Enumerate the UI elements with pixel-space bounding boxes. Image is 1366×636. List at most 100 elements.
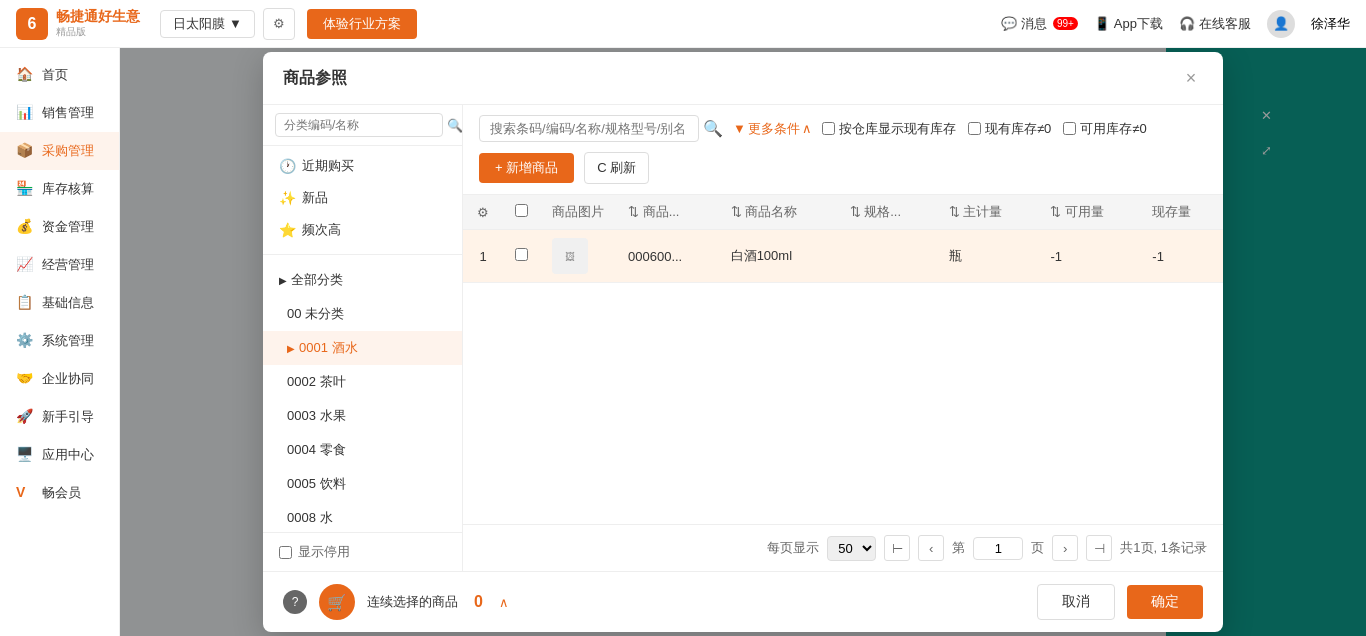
category-search-icon[interactable]: 🔍 [447,118,463,133]
confirm-button[interactable]: 确定 [1127,585,1203,619]
select-all-checkbox[interactable] [515,204,528,217]
checkbox-stock-not-zero[interactable]: 现有库存≠0 [968,120,1051,138]
sidebar-item-basic-info[interactable]: 📋 基础信息 [0,284,119,322]
show-disabled-checkbox[interactable] [279,546,292,559]
checkbox-warehouse[interactable]: 按仓库显示现有库存 [822,120,956,138]
cat-item-snack[interactable]: 0004 零食 [263,433,462,467]
sidebar-item-apps[interactable]: 🖥️ 应用中心 [0,436,119,474]
selected-count: 0 [474,593,483,611]
category-panel: 🔍 《 🕐 近期购买 ✨ 新品 [263,105,463,571]
modal-close-button[interactable]: × [1179,66,1203,90]
sidebar-item-membership[interactable]: V 畅会员 [0,474,119,512]
logo-icon: 6 [16,8,48,40]
page-prev-button[interactable]: ‹ [918,535,944,561]
checkbox-available-input[interactable] [1063,122,1076,135]
app-download-label: App下载 [1114,15,1163,33]
checkbox-group: 按仓库显示现有库存 现有库存≠0 可用库存≠0 [822,120,1147,138]
cat-label-all: 全部分类 [291,271,343,289]
sort-icon-code: ⇅ [628,204,639,219]
home-icon: 🏠 [16,66,34,84]
enterprise-icon: 🤝 [16,370,34,388]
cat-item-all[interactable]: ▶ 全部分类 [263,263,462,297]
main-layout: 🏠 首页 📊 销售管理 📦 采购管理 🏪 库存核算 💰 资金管理 📈 经营管理 … [0,48,1366,636]
sidebar-label-membership: 畅会员 [42,484,81,502]
category-search-input[interactable] [275,113,443,137]
quick-link-new[interactable]: ✨ 新品 [263,182,462,214]
filter-button[interactable]: ▼ 更多条件 ∧ [733,120,812,138]
sidebar-item-sales[interactable]: 📊 销售管理 [0,94,119,132]
cat-item-liquor[interactable]: ▶ 0001 酒水 [263,331,462,365]
page-first-button[interactable]: ⊢ [884,535,910,561]
product-search-input[interactable] [479,115,699,142]
cell-check[interactable] [503,230,540,283]
sidebar-item-guide[interactable]: 🚀 新手引导 [0,398,119,436]
messages-button[interactable]: 💬 消息 99+ [1001,15,1078,33]
trial-button[interactable]: 体验行业方案 [307,9,417,39]
col-header-settings[interactable]: ⚙ [463,195,503,230]
sidebar-item-enterprise[interactable]: 🤝 企业协同 [0,360,119,398]
messages-label: 消息 [1021,15,1047,33]
top-navbar: 6 畅捷通好生意 精品版 日太阳膜 ▼ ⚙ 体验行业方案 💬 消息 99+ 📱 … [0,0,1366,48]
settings-button[interactable]: ⚙ [263,8,295,40]
product-reference-modal: 商品参照 × 🔍 《 [263,52,1223,632]
table-row[interactable]: 1 🖼 000600... 白酒100ml 瓶 [463,230,1223,283]
page-last-button[interactable]: ⊣ [1086,535,1112,561]
page-next-button[interactable]: › [1052,535,1078,561]
refresh-button[interactable]: C 刷新 [584,152,649,184]
col-header-code[interactable]: ⇅ 商品... [616,195,719,230]
col-header-stock[interactable]: 现存量 [1140,195,1223,230]
avatar[interactable]: 👤 [1267,10,1295,38]
online-service-button[interactable]: 🎧 在线客服 [1179,15,1251,33]
col-header-check[interactable] [503,195,540,230]
product-image: 🖼 [552,238,588,274]
sidebar-label-basic-info: 基础信息 [42,294,94,312]
message-icon: 💬 [1001,16,1017,31]
collapse-selected-button[interactable]: ∧ [499,595,509,610]
cat-item-fruit[interactable]: 0003 水果 [263,399,462,433]
sidebar-item-finance[interactable]: 💰 资金管理 [0,208,119,246]
sidebar-item-operations[interactable]: 📈 经营管理 [0,246,119,284]
col-header-name[interactable]: ⇅ 商品名称 [719,195,838,230]
sidebar-item-purchase[interactable]: 📦 采购管理 [0,132,119,170]
checkbox-warehouse-input[interactable] [822,122,835,135]
col-header-spec[interactable]: ⇅ 规格... [838,195,937,230]
cat-item-water[interactable]: 0008 水 [263,501,462,532]
content-area: ✕ ⤢ 商品参照 × 🔍 [120,48,1366,636]
col-label-available: 可用量 [1065,204,1104,219]
col-header-available[interactable]: ⇅ 可用量 [1038,195,1140,230]
cancel-button[interactable]: 取消 [1037,584,1115,620]
sidebar-item-system[interactable]: ⚙️ 系统管理 [0,322,119,360]
nav-selector[interactable]: 日太阳膜 ▼ [160,10,255,38]
app-download-button[interactable]: 📱 App下载 [1094,15,1163,33]
membership-icon: V [16,484,34,502]
col-header-image[interactable]: 商品图片 [540,195,616,230]
cat-item-beverage[interactable]: 0005 饮料 [263,467,462,501]
basic-info-icon: 📋 [16,294,34,312]
finance-icon: 💰 [16,218,34,236]
nav-selector-label: 日太阳膜 [173,15,225,33]
add-product-button[interactable]: + 新增商品 [479,153,574,183]
product-search-icon[interactable]: 🔍 [703,119,723,138]
brand-text: 畅捷通好生意 精品版 [56,8,140,39]
help-button[interactable]: ? [283,590,307,614]
per-page-select[interactable]: 50 [827,536,876,561]
cell-unit: 瓶 [937,230,1039,283]
sidebar-label-finance: 资金管理 [42,218,94,236]
page-number-input[interactable] [973,537,1023,560]
cat-item-tea[interactable]: 0002 茶叶 [263,365,462,399]
checkbox-available-not-zero[interactable]: 可用库存≠0 [1063,120,1146,138]
row-checkbox[interactable] [515,248,528,261]
product-table-container: ⚙ 商品图片 ⇅ 商品... [463,195,1223,524]
quick-link-frequent[interactable]: ⭐ 频次高 [263,214,462,246]
sidebar-item-home[interactable]: 🏠 首页 [0,56,119,94]
cat-arrow-all: ▶ [279,275,287,286]
col-header-unit[interactable]: ⇅ 主计量 [937,195,1039,230]
sidebar-item-inventory[interactable]: 🏪 库存核算 [0,170,119,208]
checkbox-stock-input[interactable] [968,122,981,135]
category-search-area: 🔍 [275,113,463,137]
cart-icon[interactable]: 🛒 [319,584,355,620]
quick-link-recent[interactable]: 🕐 近期购买 [263,150,462,182]
show-disabled-toggle[interactable]: 显示停用 [263,532,462,571]
new-icon: ✨ [279,190,296,206]
cat-item-uncategorized[interactable]: 00 未分类 [263,297,462,331]
